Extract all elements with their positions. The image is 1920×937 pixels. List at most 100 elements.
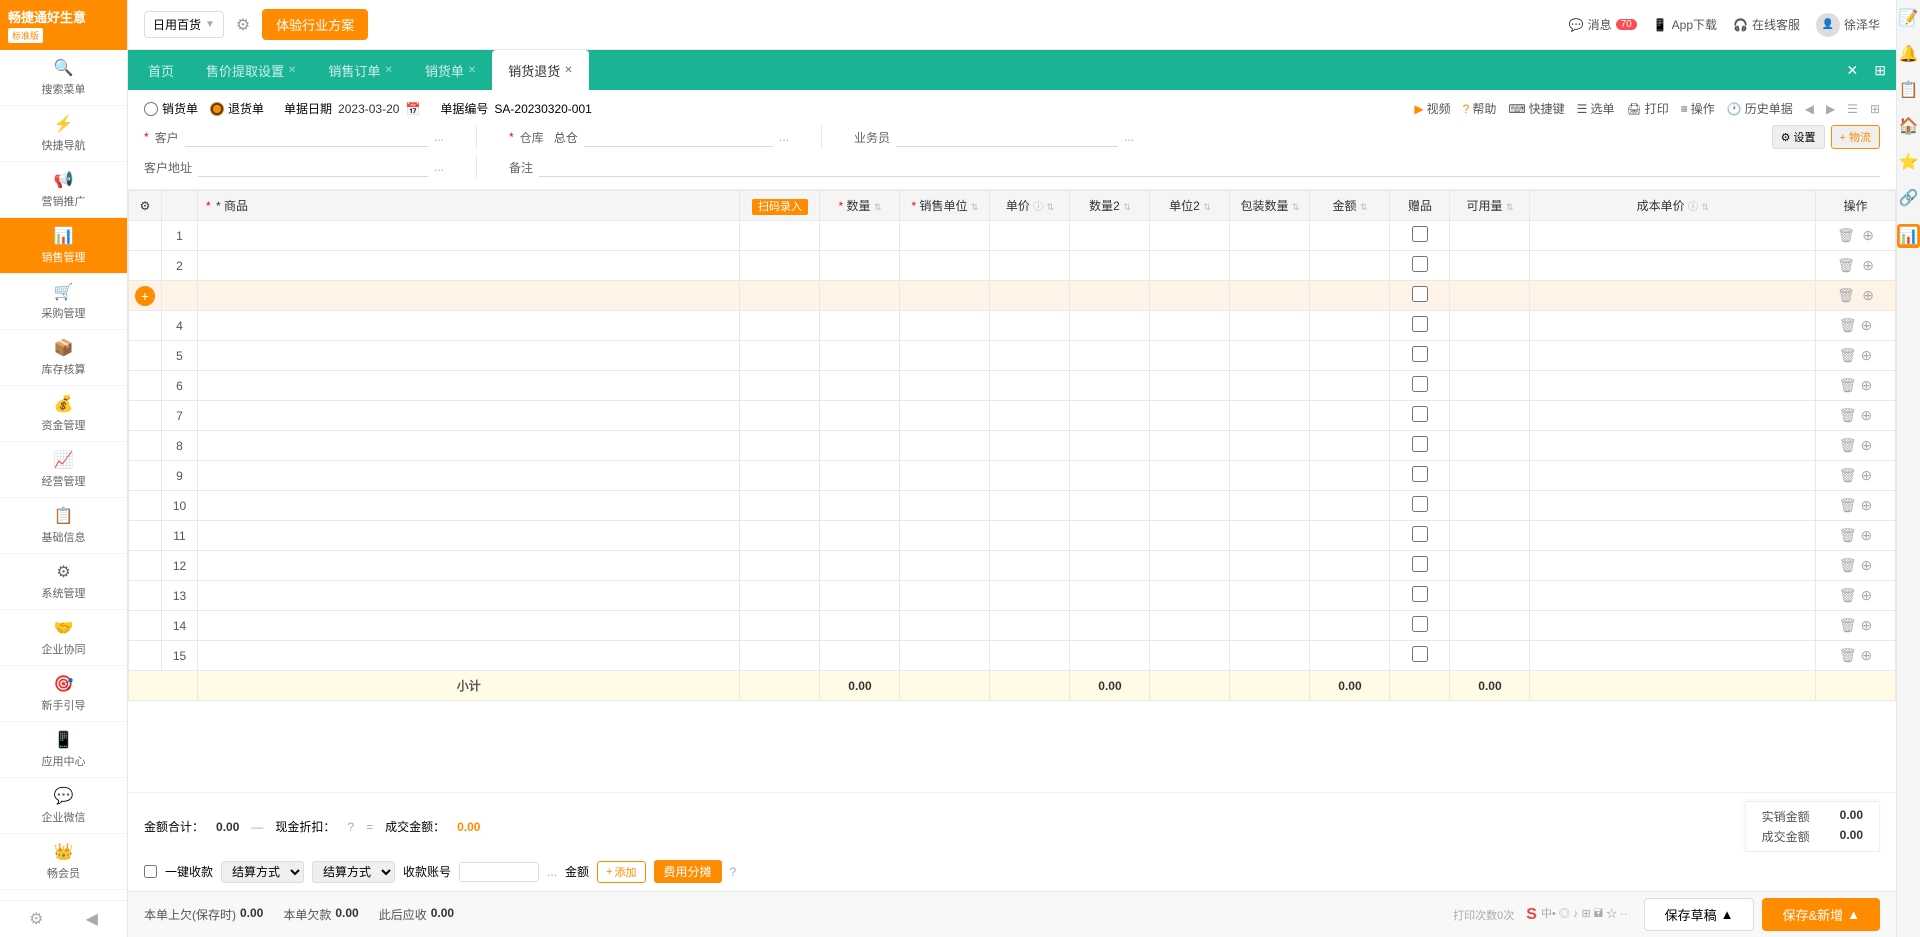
save-draft-button[interactable]: 保存草稿 ▲ — [1644, 898, 1755, 931]
calendar-icon[interactable]: 📅 — [405, 102, 420, 116]
td-unit-2[interactable] — [900, 251, 990, 281]
gift-checkbox-5[interactable] — [1412, 346, 1428, 362]
copy-row-15-button[interactable]: ⊕ — [1859, 645, 1875, 666]
collapse-icon[interactable]: ◀ — [86, 909, 98, 929]
sidebar-item-sales-mgmt[interactable]: 📊 销售管理 — [0, 218, 127, 274]
td-qty2-3[interactable] — [1070, 281, 1150, 311]
td-unit2-3[interactable] — [1150, 281, 1230, 311]
toolbar-select[interactable]: ☰ 选单 — [1577, 100, 1615, 117]
td-add-btn[interactable]: + — [129, 281, 162, 311]
account-dots[interactable]: ... — [547, 865, 557, 879]
gift-checkbox-6[interactable] — [1412, 376, 1428, 392]
sidebar-item-operations[interactable]: 📈 经营管理 — [0, 442, 127, 498]
td-pkg-2[interactable] — [1230, 251, 1310, 281]
radio-return[interactable]: 退货单 — [210, 100, 264, 117]
radio-return-input[interactable] — [210, 102, 224, 116]
right-panel-icon-6[interactable]: 🔗 — [1899, 188, 1919, 208]
toolbar-print[interactable]: 🖨 打印 — [1626, 100, 1668, 117]
calculate-method-select[interactable]: 结算方式 — [312, 861, 395, 883]
copy-row-3-button[interactable]: ⊕ — [1860, 285, 1876, 306]
gift-checkbox-11[interactable] — [1412, 526, 1428, 542]
view-grid-icon[interactable]: ⊞ — [1870, 102, 1880, 116]
app-download-item[interactable]: 📱 App下载 — [1653, 16, 1717, 33]
copy-row-12-button[interactable]: ⊕ — [1859, 555, 1875, 576]
td-qty-1[interactable] — [820, 221, 900, 251]
th-goods[interactable]: * * 商品 — [198, 191, 740, 221]
delete-row-3-button[interactable]: 🗑 — [1835, 285, 1857, 306]
cash-discount-info[interactable]: ? — [347, 820, 354, 834]
td-price-1[interactable] — [990, 221, 1070, 251]
copy-row-8-button[interactable]: ⊕ — [1859, 435, 1875, 456]
tab-sales-delivery[interactable]: 销货单 ✕ — [409, 50, 492, 90]
sidebar-item-enterprise[interactable]: 🤝 企业协同 — [0, 610, 127, 666]
delete-row-13-button[interactable]: 🗑 — [1837, 585, 1859, 606]
customer-address-input[interactable] — [198, 158, 428, 177]
sidebar-item-purchase[interactable]: 🛒 采购管理 — [0, 274, 127, 330]
salesperson-dots[interactable]: ... — [1124, 130, 1134, 144]
toolbar-help[interactable]: ? 帮助 — [1463, 100, 1497, 117]
th-settings[interactable]: ⚙ — [129, 191, 162, 221]
tab-sales-delivery-close[interactable]: ✕ — [468, 65, 476, 76]
save-new-button[interactable]: 保存&新增 ▲ — [1762, 898, 1880, 931]
nav-prev-icon[interactable]: ◀ — [1805, 102, 1814, 116]
td-qty2-1[interactable] — [1070, 221, 1150, 251]
sidebar-item-marketing[interactable]: 📢 营销推广 — [0, 162, 127, 218]
view-list-icon[interactable]: ☰ — [1847, 102, 1858, 116]
qty-sort-icon[interactable]: ⇅ — [874, 202, 882, 212]
customer-address-dots[interactable]: ... — [434, 160, 444, 174]
delete-row-14-button[interactable]: 🗑 — [1837, 615, 1859, 636]
sidebar-item-basic-info[interactable]: 📋 基础信息 — [0, 498, 127, 554]
sidebar-item-guide[interactable]: 🎯 新手引导 — [0, 666, 127, 722]
delete-row-4-button[interactable]: 🗑 — [1837, 315, 1859, 336]
radio-sales-input[interactable] — [144, 102, 158, 116]
gift-checkbox-14[interactable] — [1412, 616, 1428, 632]
gift-checkbox-8[interactable] — [1412, 436, 1428, 452]
delete-row-10-button[interactable]: 🗑 — [1837, 495, 1859, 516]
copy-row-9-button[interactable]: ⊕ — [1859, 465, 1875, 486]
td-cost-1[interactable] — [1530, 221, 1816, 251]
gift-checkbox-2[interactable] — [1412, 256, 1428, 272]
toolbar-video[interactable]: ▶ 视频 — [1414, 100, 1450, 117]
td-available-2[interactable] — [1450, 251, 1530, 281]
sidebar-item-inventory[interactable]: 📦 库存核算 — [0, 330, 127, 386]
add-row-button[interactable]: + — [135, 286, 155, 306]
sidebar-item-system[interactable]: ⚙ 系统管理 — [0, 554, 127, 610]
toolbar-shortcuts[interactable]: ⌨ 快捷键 — [1508, 100, 1564, 117]
tab-home[interactable]: 首页 — [132, 50, 190, 90]
th-scan[interactable]: 扫码录入 — [740, 191, 820, 221]
warehouse-dots[interactable]: ... — [779, 130, 789, 144]
td-unit2-1[interactable] — [1150, 221, 1230, 251]
td-qty-2[interactable] — [820, 251, 900, 281]
td-gift-3[interactable] — [1390, 281, 1450, 311]
td-goods-1[interactable] — [198, 221, 740, 251]
salesperson-input[interactable] — [896, 128, 1118, 147]
td-unit-1[interactable] — [900, 221, 990, 251]
right-panel-icon-3[interactable]: 📋 — [1899, 80, 1919, 100]
one-click-payment-checkbox[interactable] — [144, 865, 157, 878]
tab-sales-return-close[interactable]: ✕ — [564, 65, 572, 76]
copy-row-13-button[interactable]: ⊕ — [1859, 585, 1875, 606]
qty2-sort-icon[interactable]: ⇅ — [1123, 202, 1131, 212]
customer-dots[interactable]: ... — [434, 130, 444, 144]
sidebar-item-wechat[interactable]: 💬 企业微信 — [0, 778, 127, 834]
gift-checkbox-10[interactable] — [1412, 496, 1428, 512]
td-goods-2[interactable] — [198, 251, 740, 281]
delete-row-12-button[interactable]: 🗑 — [1837, 555, 1859, 576]
pkg-sort-icon[interactable]: ⇅ — [1292, 202, 1300, 212]
footer-help-icon[interactable]: ? — [730, 865, 737, 879]
price-info-icon[interactable]: ⓘ — [1033, 202, 1043, 213]
copy-row-14-button[interactable]: ⊕ — [1859, 615, 1875, 636]
td-price-2[interactable] — [990, 251, 1070, 281]
settings-icon[interactable]: ⚙ — [236, 15, 250, 35]
add-logistics-button[interactable]: + 物流 — [1831, 125, 1880, 149]
sidebar-item-finance[interactable]: 💰 资金管理 — [0, 386, 127, 442]
cost-sort-icon[interactable]: ⇅ — [1701, 202, 1709, 212]
copy-row-7-button[interactable]: ⊕ — [1859, 405, 1875, 426]
maximize-button[interactable]: ⊞ — [1868, 58, 1892, 83]
nav-next-icon[interactable]: ▶ — [1826, 102, 1835, 116]
td-unit-3[interactable] — [900, 281, 990, 311]
copy-row-2-button[interactable]: ⊕ — [1860, 255, 1876, 276]
gift-checkbox-4[interactable] — [1412, 316, 1428, 332]
delete-row-2-button[interactable]: 🗑 — [1835, 255, 1857, 276]
copy-row-6-button[interactable]: ⊕ — [1859, 375, 1875, 396]
